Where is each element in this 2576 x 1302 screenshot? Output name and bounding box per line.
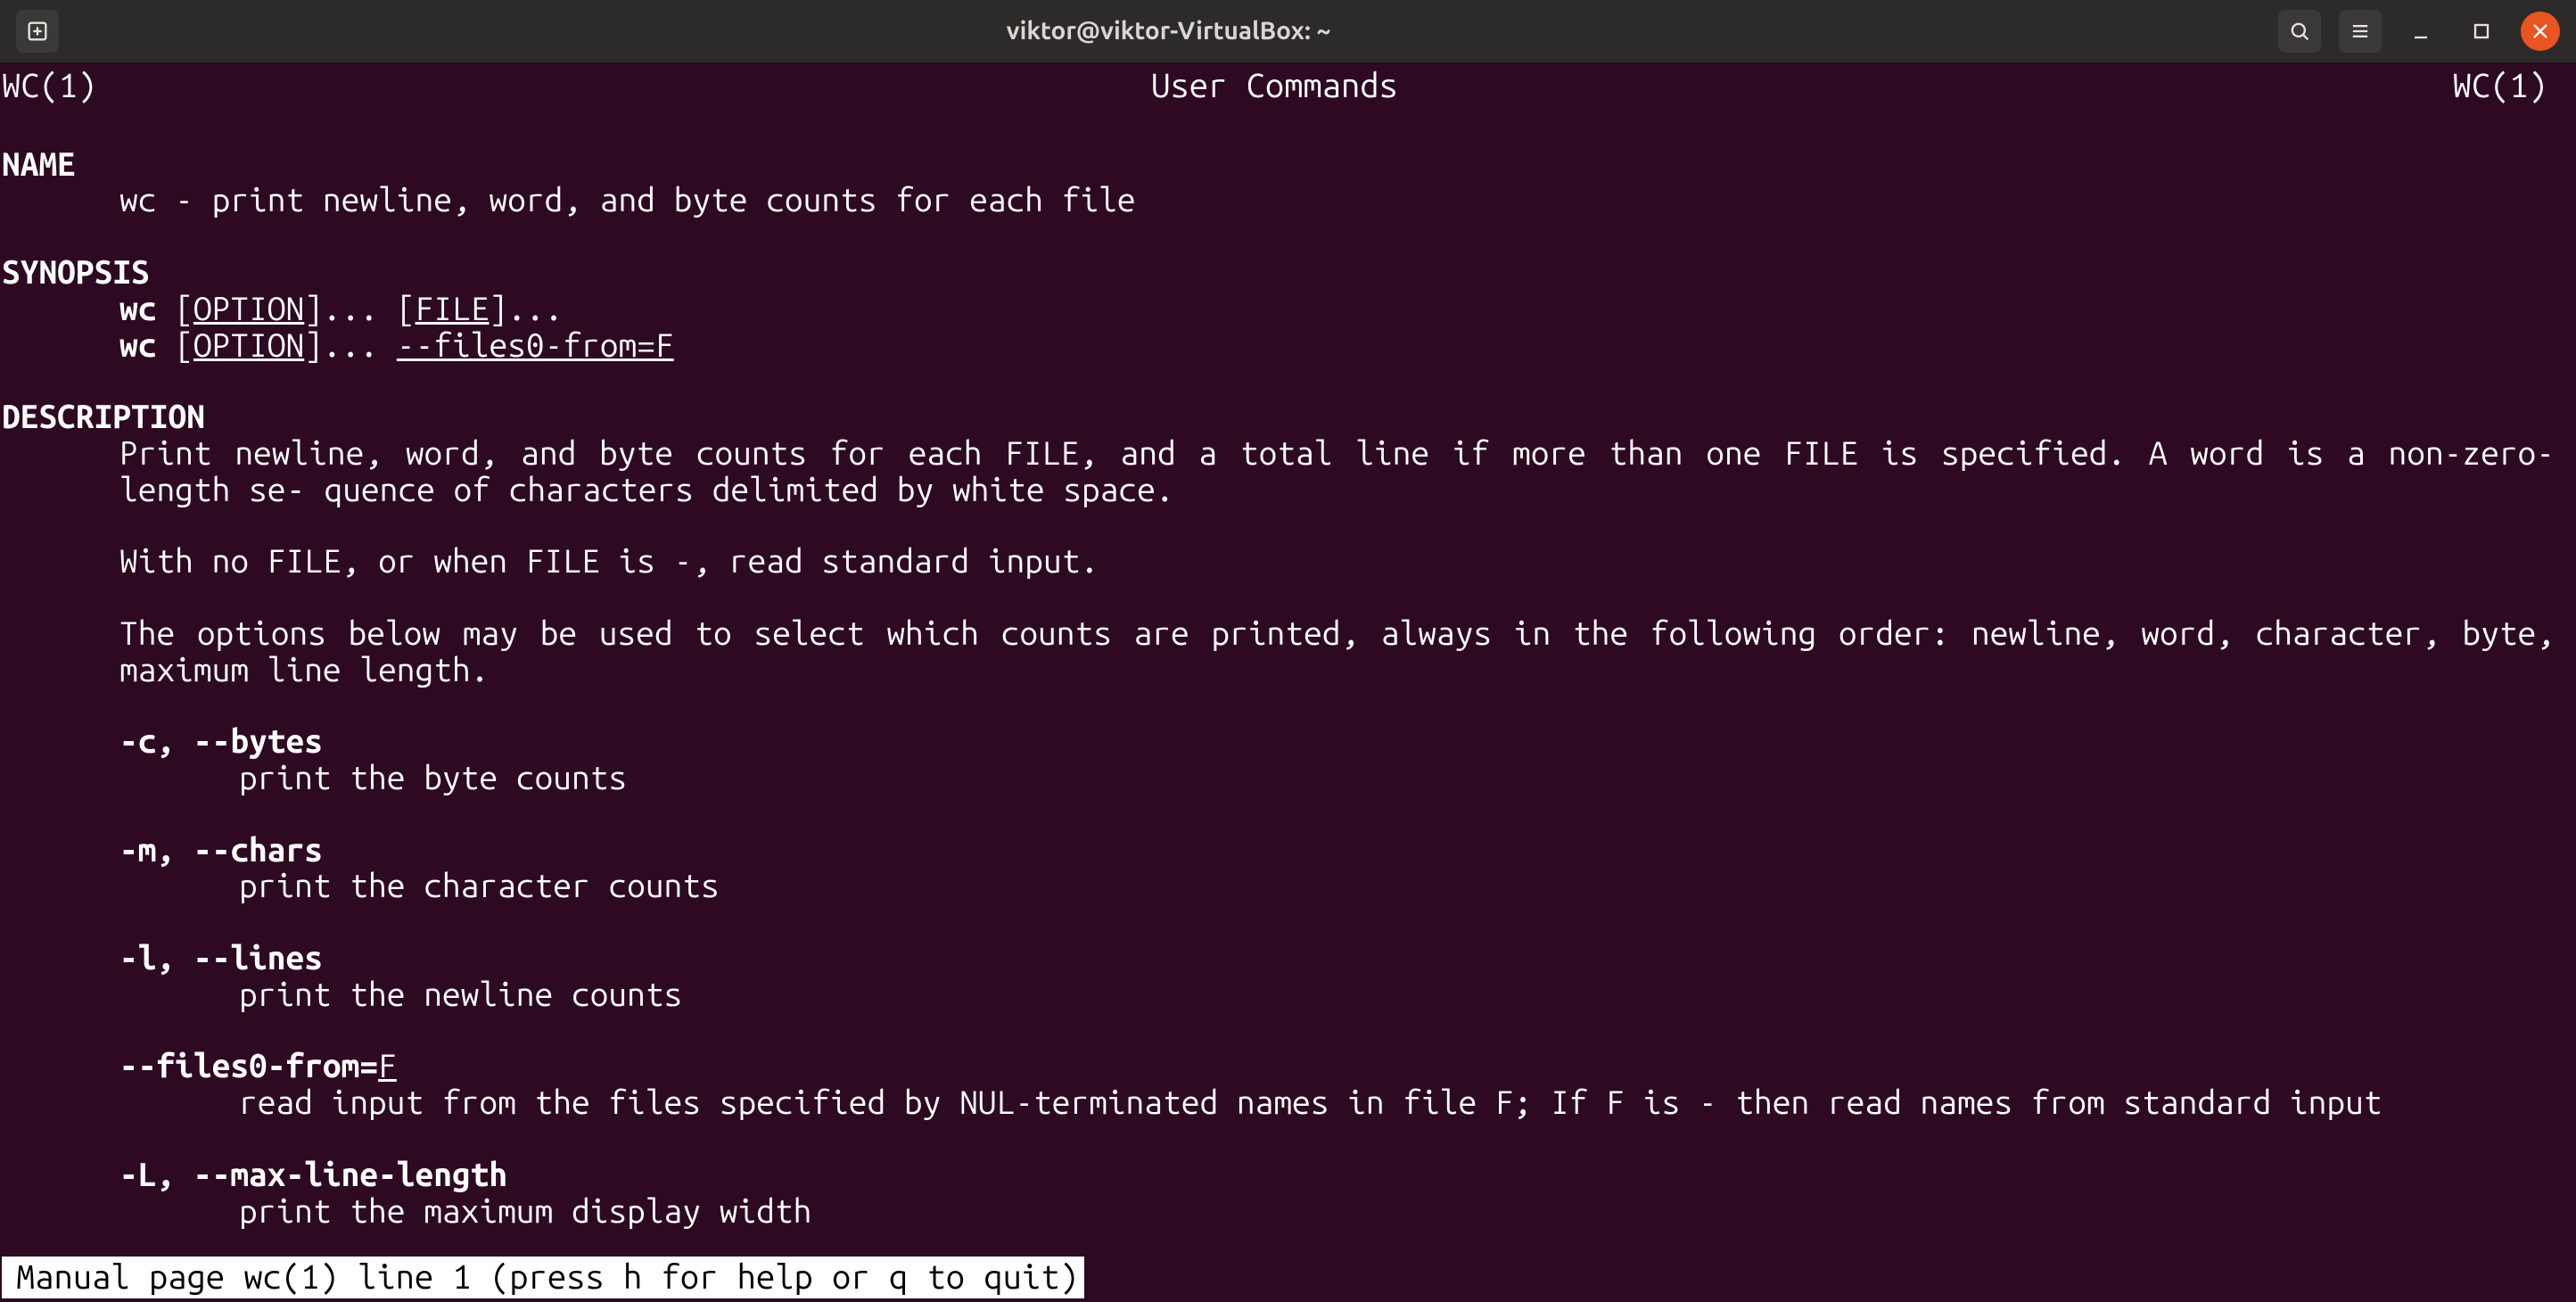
synopsis-cmd: wc [119, 290, 156, 326]
hamburger-icon [2348, 19, 2373, 44]
option-desc-bytes: print the byte counts [0, 760, 2576, 796]
option-flags-maxlen: -L, --max-line-length [0, 1157, 2576, 1193]
synopsis-option: OPTION [193, 326, 304, 363]
new-tab-icon [25, 19, 50, 44]
minimize-icon [2408, 19, 2433, 44]
man-header-center: User Commands [1151, 68, 1398, 105]
titlebar-left-group [16, 10, 59, 53]
search-button[interactable] [2278, 10, 2321, 53]
name-text: wc - print newline, word, and byte count… [0, 182, 2576, 218]
section-heading-description: DESCRIPTION [0, 399, 2576, 435]
man-header-left: WC(1) [2, 68, 96, 105]
option-desc-files0: read input from the files specified by N… [0, 1084, 2576, 1121]
synopsis-bracket: [ [175, 290, 193, 326]
option-flags-chars: -m, --chars [0, 832, 2576, 869]
option-flags-bytes: -c, --bytes [0, 723, 2576, 760]
option-desc-maxlen: print the maximum display width [0, 1193, 2576, 1230]
synopsis-bracket: [ [175, 326, 193, 363]
search-icon [2287, 19, 2312, 44]
option-flag-arg: F [378, 1047, 397, 1084]
synopsis-line-2: wc [OPTION]... --files0-from=F [0, 327, 2576, 364]
window-titlebar: viktor@viktor-VirtualBox: ~ [0, 0, 2576, 62]
menu-button[interactable] [2339, 10, 2382, 53]
section-heading-synopsis: SYNOPSIS [0, 254, 2576, 291]
option-flags-files0: --files0-from=F [0, 1048, 2576, 1084]
section-heading-name: NAME [0, 146, 2576, 183]
description-para-3: The options below may be used to select … [0, 615, 2576, 688]
blank-line [0, 904, 2576, 940]
maximize-icon [2469, 19, 2494, 44]
blank-line [0, 1121, 2576, 1157]
synopsis-line-1: wc [OPTION]... [FILE]... [0, 291, 2576, 327]
blank-line [0, 688, 2576, 723]
window-title: viktor@viktor-VirtualBox: ~ [59, 18, 2278, 45]
blank-line [0, 507, 2576, 543]
option-flags-lines: -l, --lines [0, 940, 2576, 976]
synopsis-option: OPTION [193, 290, 304, 326]
synopsis-bracket: ]... [ [304, 290, 415, 326]
blank-line [0, 796, 2576, 832]
option-flag-prefix: --files0-from= [119, 1047, 378, 1084]
minimize-button[interactable] [2399, 10, 2442, 53]
man-header-row: WC(1) User Commands WC(1) [0, 62, 2576, 111]
synopsis-arg: --files0-from=F [397, 326, 674, 363]
synopsis-cmd: wc [119, 326, 156, 363]
close-icon [2528, 19, 2553, 44]
blank-line [0, 363, 2576, 399]
blank-line [0, 1012, 2576, 1048]
option-desc-lines: print the newline counts [0, 976, 2576, 1013]
blank-line [0, 111, 2576, 146]
close-button[interactable] [2521, 12, 2560, 51]
man-page-viewport[interactable]: WC(1) User Commands WC(1) NAME wc - prin… [0, 62, 2576, 1229]
maximize-button[interactable] [2460, 10, 2503, 53]
description-para-2: With no FILE, or when FILE is -, read st… [0, 543, 2576, 580]
man-header-right: WC(1) [2453, 68, 2547, 105]
option-desc-chars: print the character counts [0, 868, 2576, 904]
synopsis-file: FILE [416, 290, 490, 326]
blank-line [0, 218, 2576, 254]
man-status-line[interactable]: Manual page wc(1) line 1 (press h for he… [2, 1257, 1084, 1299]
synopsis-bracket: ]... [489, 290, 563, 326]
synopsis-bracket: ]... [304, 326, 397, 363]
description-para-1: Print newline, word, and byte counts for… [0, 435, 2576, 507]
blank-line [0, 580, 2576, 615]
new-tab-button[interactable] [16, 10, 59, 53]
titlebar-right-group [2278, 10, 2560, 53]
